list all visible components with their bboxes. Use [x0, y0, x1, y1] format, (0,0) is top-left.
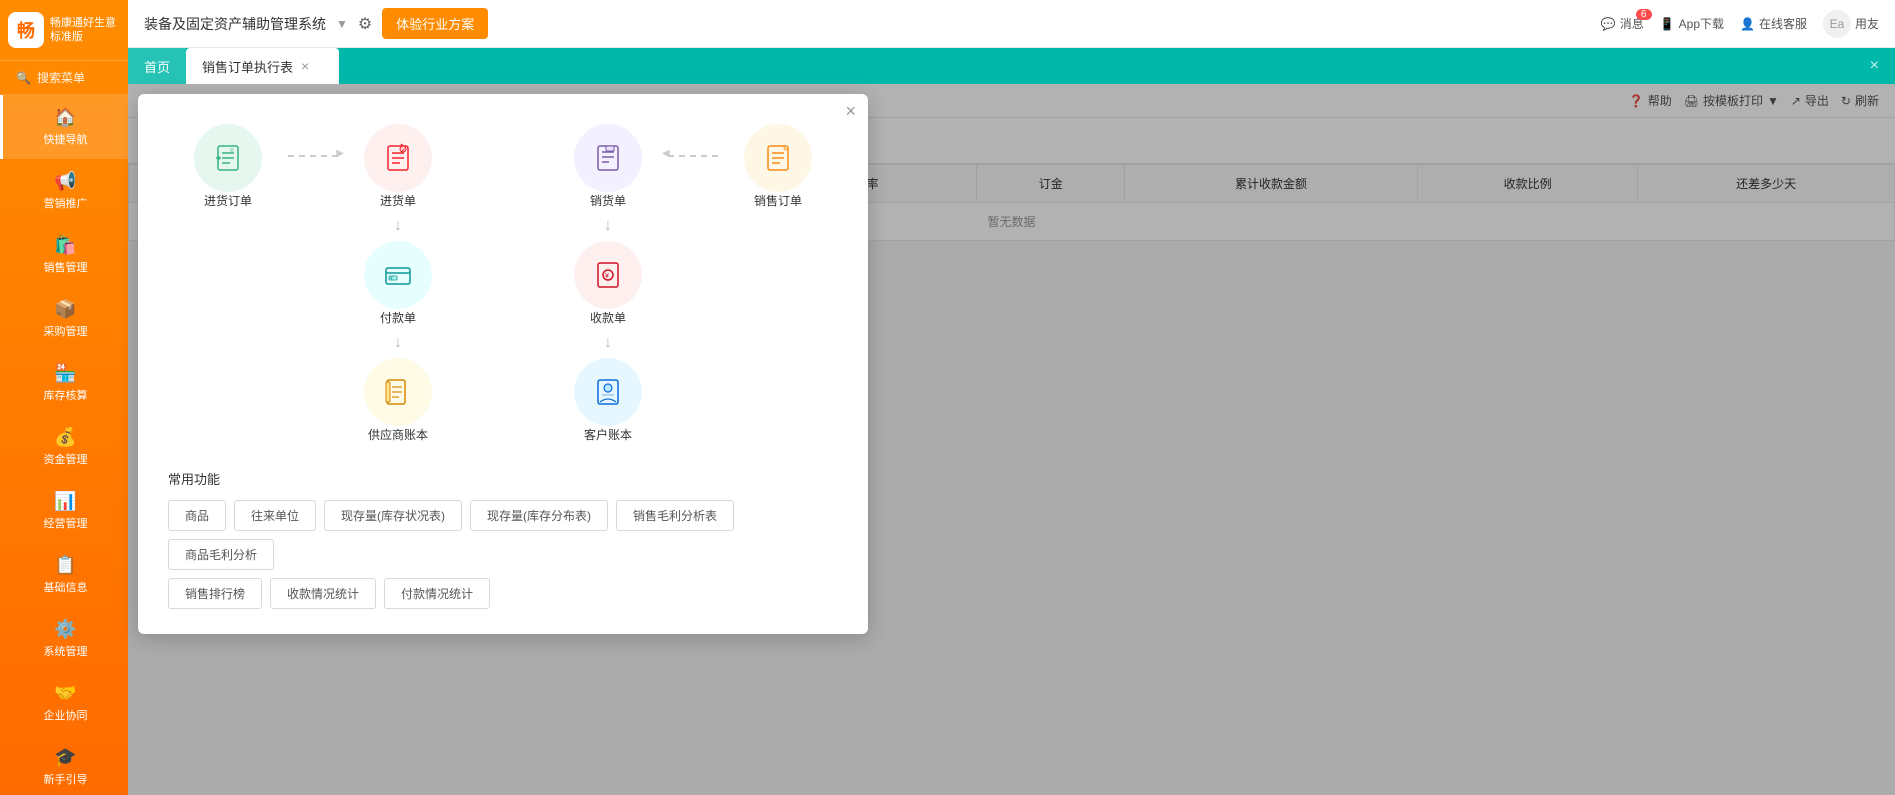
func-title: 常用功能 — [168, 469, 838, 488]
sidebar-item-guide[interactable]: 🎓 新手引导 — [0, 735, 128, 795]
func-btn-counterparty[interactable]: 往来单位 — [234, 500, 316, 531]
func-btn-sales-margin[interactable]: 销售毛利分析表 — [616, 500, 734, 531]
sidebar-logo: 畅 畅康通好生意 标准版 — [0, 0, 128, 61]
enterprise-icon: 🤝 — [54, 683, 76, 704]
svg-text:✓: ✓ — [401, 148, 406, 154]
dropdown-icon[interactable]: ▼ — [336, 17, 348, 31]
func-btn-sales-rank[interactable]: 销售排行榜 — [168, 578, 262, 609]
tab-home[interactable]: 首页 — [128, 48, 186, 84]
sidebar-nav: 🏠 快捷导航 📢 营销推广 🛍️ 销售管理 📦 采购管理 🏪 库存核算 💰 资金… — [0, 95, 128, 795]
message-badge: 6 — [1636, 9, 1652, 20]
system-title: 装备及固定资产辅助管理系统 — [144, 14, 326, 34]
flow-item-purchase-receipt[interactable]: ✓ 进货单 — [338, 124, 458, 209]
customer-ledger-icon — [574, 358, 642, 426]
settings-icon[interactable]: ⚙ — [358, 14, 372, 34]
sidebar-item-marketing[interactable]: 📢 营销推广 — [0, 159, 128, 223]
finance-icon: 💰 — [54, 427, 76, 448]
receipt-icon: ¥ — [574, 241, 642, 309]
modal-close-button[interactable]: × — [845, 102, 856, 120]
sidebar-item-system[interactable]: ⚙️ 系统管理 — [0, 607, 128, 671]
flow-item-customer-ledger[interactable]: 客户账本 — [548, 358, 668, 443]
func-btn-payment-stats[interactable]: 付款情况统计 — [384, 578, 490, 609]
purchase-icon: 📦 — [54, 299, 76, 320]
common-functions: 常用功能 商品 往来单位 现存量(库存状况表) 现存量(库存分布表) 销售毛利分… — [138, 469, 868, 634]
logo-icon: 畅 — [8, 12, 44, 48]
purchase-order-icon — [194, 124, 262, 192]
management-icon: 📊 — [54, 491, 76, 512]
header: 装备及固定资产辅助管理系统 ▼ ⚙ 体验行业方案 💬 消息 6 📱 App下载 … — [128, 0, 1895, 48]
sidebar-item-finance[interactable]: 💰 资金管理 — [0, 415, 128, 479]
flow-diagram: 进货订单 ▶ — [138, 94, 868, 469]
func-btn-product-margin[interactable]: 商品毛利分析 — [168, 539, 274, 570]
sales-bill-icon — [574, 124, 642, 192]
func-btn-receipt-stats[interactable]: 收款情况统计 — [270, 578, 376, 609]
flow-item-sales-bill[interactable]: 销货单 — [548, 124, 668, 209]
sidebar-item-purchase[interactable]: 📦 采购管理 — [0, 287, 128, 351]
sidebar-item-quick[interactable]: 🏠 快捷导航 — [0, 95, 128, 159]
marketing-icon: 📢 — [54, 171, 76, 192]
svg-text:¥: ¥ — [390, 276, 393, 282]
system-icon: ⚙️ — [54, 619, 76, 640]
message-action[interactable]: 💬 消息 6 — [1601, 15, 1644, 32]
tabbar: 首页 销售订单执行表 × × — [128, 48, 1895, 84]
sidebar-item-basic[interactable]: 📋 基础信息 — [0, 543, 128, 607]
basic-icon: 📋 — [54, 555, 76, 576]
payment-icon: ¥ — [364, 241, 432, 309]
sales-icon: 🛍️ — [54, 235, 76, 256]
sidebar-item-inventory[interactable]: 🏪 库存核算 — [0, 351, 128, 415]
search-menu[interactable]: 🔍 搜索菜单 — [0, 61, 128, 95]
sidebar-item-sales[interactable]: 🛍️ 销售管理 — [0, 223, 128, 287]
supplier-ledger-icon — [364, 358, 432, 426]
avatar: Ea — [1823, 10, 1851, 38]
app-download-action[interactable]: 📱 App下载 — [1660, 15, 1724, 32]
flow-item-purchase-order[interactable]: 进货订单 — [168, 124, 288, 209]
flow-item-sales-order[interactable]: 销售订单 — [718, 124, 838, 209]
tab-sales-order[interactable]: 销售订单执行表 × — [186, 48, 339, 84]
func-btn-product[interactable]: 商品 — [168, 500, 226, 531]
func-buttons-row2: 销售排行榜 收款情况统计 付款情况统计 — [168, 578, 838, 609]
svg-text:¥: ¥ — [605, 273, 609, 280]
sidebar-item-management[interactable]: 📊 经营管理 — [0, 479, 128, 543]
tabbar-close-icon[interactable]: × — [1870, 57, 1879, 75]
inventory-icon: 🏪 — [54, 363, 76, 384]
sales-order-icon — [744, 124, 812, 192]
quick-icon: 🏠 — [54, 107, 76, 128]
flow-item-receipt[interactable]: ¥ 收款单 — [548, 241, 668, 326]
flow-item-supplier-ledger[interactable]: 供应商账本 — [338, 358, 458, 443]
func-btn-stock-status[interactable]: 现存量(库存状况表) — [324, 500, 462, 531]
purchase-receipt-icon: ✓ — [364, 124, 432, 192]
search-icon: 🔍 — [16, 71, 31, 85]
header-right: 💬 消息 6 📱 App下载 👤 在线客服 Ea 用友 — [1601, 10, 1879, 38]
sidebar: 畅 畅康通好生意 标准版 🔍 搜索菜单 🏠 快捷导航 📢 营销推广 🛍️ 销售管… — [0, 0, 128, 795]
experience-button[interactable]: 体验行业方案 — [382, 8, 488, 39]
func-btn-stock-dist[interactable]: 现存量(库存分布表) — [470, 500, 608, 531]
message-icon: 💬 — [1601, 17, 1616, 31]
func-buttons-row1: 商品 往来单位 现存量(库存状况表) 现存量(库存分布表) 销售毛利分析表 商品… — [168, 500, 838, 570]
modal-overlay[interactable]: × — [128, 84, 1895, 795]
tab-close-icon[interactable]: × — [301, 58, 309, 74]
header-left: 装备及固定资产辅助管理系统 ▼ ⚙ 体验行业方案 — [144, 8, 488, 39]
service-icon: 👤 — [1740, 17, 1755, 31]
online-service-action[interactable]: 👤 在线客服 — [1740, 15, 1807, 32]
download-icon: 📱 — [1660, 17, 1675, 31]
sidebar-item-enterprise[interactable]: 🤝 企业协同 — [0, 671, 128, 735]
user-action[interactable]: Ea 用友 — [1823, 10, 1879, 38]
logo-text: 畅康通好生意 标准版 — [50, 16, 116, 45]
guide-icon: 🎓 — [54, 747, 76, 768]
flow-modal: × — [138, 94, 868, 634]
flow-item-payment[interactable]: ¥ 付款单 — [338, 241, 458, 326]
